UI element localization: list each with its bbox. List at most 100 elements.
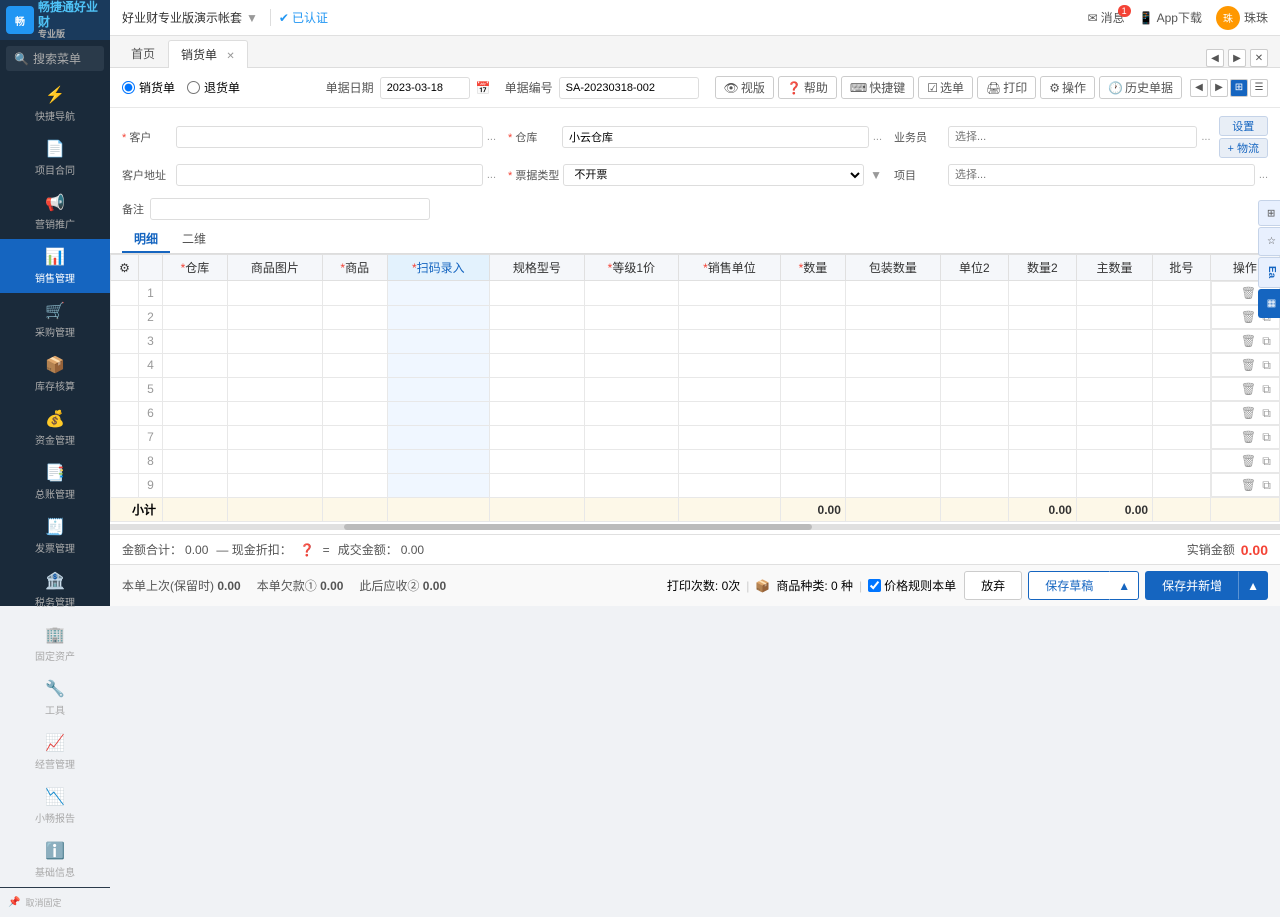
row-unit[interactable]: [678, 473, 780, 498]
row-product[interactable]: [322, 473, 387, 498]
row-unit[interactable]: [678, 425, 780, 449]
right-panel-btn2[interactable]: ☆: [1258, 227, 1280, 256]
row-unit2[interactable]: [940, 449, 1008, 473]
sale-radio-input[interactable]: [122, 81, 135, 94]
row-pack-qty[interactable]: [845, 425, 940, 449]
return-radio-input[interactable]: [187, 81, 200, 94]
next-record-button[interactable]: ▶: [1210, 79, 1228, 97]
sidebar-item-inventory[interactable]: 📦 库存核算: [0, 347, 110, 401]
save-draft-arrow[interactable]: ▲: [1109, 571, 1139, 600]
row-qty2[interactable]: [1008, 281, 1076, 306]
row-qty[interactable]: [781, 377, 846, 401]
sidebar-item-marketing[interactable]: 📢 营销推广: [0, 185, 110, 239]
sidebar-item-base[interactable]: ℹ️ 基础信息: [0, 833, 110, 887]
save-draft-button[interactable]: 保存草稿: [1028, 571, 1109, 600]
row-spec[interactable]: [489, 353, 584, 377]
customer-dots[interactable]: ...: [487, 131, 496, 143]
row-price1[interactable]: [584, 401, 678, 425]
row-pack-qty[interactable]: [845, 281, 940, 306]
row-warehouse[interactable]: [163, 305, 228, 329]
add-logistics-button[interactable]: + 物流: [1219, 138, 1268, 158]
row-unit[interactable]: [678, 281, 780, 306]
row-main-qty[interactable]: [1076, 425, 1152, 449]
save-new-button[interactable]: 保存并新增: [1145, 571, 1238, 600]
row-warehouse[interactable]: [163, 449, 228, 473]
row-copy-icon[interactable]: ⧉: [1259, 453, 1275, 469]
row-delete-icon[interactable]: 🗑: [1241, 357, 1257, 373]
row-pack-qty[interactable]: [845, 449, 940, 473]
row-pack-qty[interactable]: [845, 353, 940, 377]
shortcut-button[interactable]: ⌨ 快捷键: [841, 76, 914, 99]
row-batch[interactable]: [1153, 449, 1211, 473]
history-button[interactable]: 🕐 历史单据: [1099, 76, 1182, 99]
row-unit[interactable]: [678, 449, 780, 473]
row-barcode[interactable]: [387, 281, 489, 306]
order-no-input[interactable]: [559, 77, 699, 99]
row-product[interactable]: [322, 425, 387, 449]
row-copy-icon[interactable]: ⧉: [1259, 429, 1275, 445]
op-button[interactable]: ⚙ 操作: [1040, 76, 1095, 99]
project-dots[interactable]: ...: [1259, 169, 1268, 181]
th-barcode[interactable]: *扫码录入: [387, 255, 489, 281]
row-product[interactable]: [322, 401, 387, 425]
row-spec[interactable]: [489, 473, 584, 498]
right-panel-ea[interactable]: Ea: [1258, 257, 1280, 287]
row-delete-icon[interactable]: 🗑: [1241, 309, 1257, 325]
tab-close-icon[interactable]: ✕: [226, 51, 234, 62]
row-price1[interactable]: [584, 449, 678, 473]
row-spec[interactable]: [489, 305, 584, 329]
row-unit2[interactable]: [940, 377, 1008, 401]
row-price1[interactable]: [584, 305, 678, 329]
row-warehouse[interactable]: [163, 473, 228, 498]
row-warehouse[interactable]: [163, 401, 228, 425]
row-price1[interactable]: [584, 281, 678, 306]
row-warehouse[interactable]: [163, 329, 228, 353]
row-warehouse[interactable]: [163, 281, 228, 306]
right-panel-btn1[interactable]: ⊞: [1258, 200, 1280, 226]
list-view-button[interactable]: ☰: [1250, 79, 1268, 97]
row-barcode[interactable]: [387, 305, 489, 329]
row-qty2[interactable]: [1008, 329, 1076, 353]
row-warehouse[interactable]: [163, 425, 228, 449]
row-delete-icon[interactable]: 🗑: [1241, 333, 1257, 349]
row-price1[interactable]: [584, 473, 678, 498]
app-download-button[interactable]: 📱 App下载: [1139, 9, 1202, 26]
row-unit[interactable]: [678, 401, 780, 425]
help-button[interactable]: ❓ 帮助: [778, 76, 837, 99]
price-rule-checkbox[interactable]: 价格规则本单: [868, 577, 956, 594]
row-barcode[interactable]: [387, 473, 489, 498]
row-batch[interactable]: [1153, 401, 1211, 425]
row-qty[interactable]: [781, 353, 846, 377]
row-spec[interactable]: [489, 401, 584, 425]
row-batch[interactable]: [1153, 473, 1211, 498]
row-copy-icon[interactable]: ⧉: [1259, 405, 1275, 421]
address-input[interactable]: [176, 164, 483, 186]
discard-button[interactable]: 放弃: [964, 571, 1022, 600]
row-main-qty[interactable]: [1076, 353, 1152, 377]
search-menu-button[interactable]: 🔍 搜索菜单: [6, 46, 104, 71]
row-spec[interactable]: [489, 329, 584, 353]
help-circle-icon[interactable]: ❓: [300, 543, 315, 557]
row-unit2[interactable]: [940, 473, 1008, 498]
row-main-qty[interactable]: [1076, 401, 1152, 425]
row-product[interactable]: [322, 281, 387, 306]
row-spec[interactable]: [489, 377, 584, 401]
sidebar-item-report[interactable]: 📉 小畅报告: [0, 779, 110, 833]
row-unit2[interactable]: [940, 281, 1008, 306]
row-pack-qty[interactable]: [845, 329, 940, 353]
row-delete-icon[interactable]: 🗑: [1241, 477, 1257, 493]
row-batch[interactable]: [1153, 425, 1211, 449]
row-barcode[interactable]: [387, 329, 489, 353]
row-barcode[interactable]: [387, 401, 489, 425]
row-unit2[interactable]: [940, 329, 1008, 353]
remark-input[interactable]: [150, 198, 430, 220]
prev-record-button[interactable]: ◀: [1190, 79, 1208, 97]
row-product[interactable]: [322, 305, 387, 329]
return-order-radio[interactable]: 退货单: [187, 79, 240, 96]
row-delete-icon[interactable]: 🗑: [1241, 381, 1257, 397]
project-input[interactable]: [948, 164, 1255, 186]
row-unit2[interactable]: [940, 305, 1008, 329]
row-warehouse[interactable]: [163, 353, 228, 377]
row-batch[interactable]: [1153, 353, 1211, 377]
row-spec[interactable]: [489, 281, 584, 306]
